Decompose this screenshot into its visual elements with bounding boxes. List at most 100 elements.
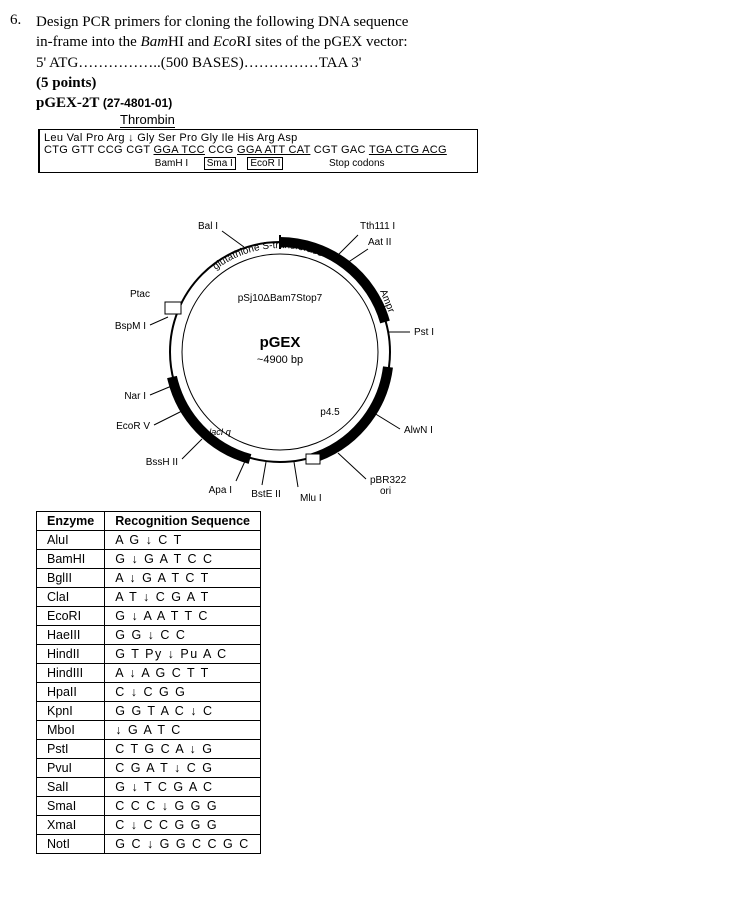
mlu-label: Mlu I bbox=[300, 493, 322, 504]
q2e: RI sites of the pGEX vector: bbox=[236, 34, 407, 50]
table-row: NotIG C ↓ G G C C G C bbox=[37, 835, 261, 854]
ecorv-label: EcoR V bbox=[116, 421, 150, 432]
enzyme-cell: KpnI bbox=[37, 702, 105, 721]
enzyme-table-wrap: Enzyme Recognition Sequence AluIA G ↓ C … bbox=[36, 511, 716, 854]
enzyme-cell: MboI bbox=[37, 721, 105, 740]
table-row: KpnIG G T A C ↓ C bbox=[37, 702, 261, 721]
site-ecori: EcoR I bbox=[247, 157, 283, 170]
inner-label: pSj10ΔBam7Stop7 bbox=[238, 293, 323, 304]
enzyme-cell: BamHI bbox=[37, 550, 105, 569]
table-row: HaeIIIG G ↓ C C bbox=[37, 626, 261, 645]
ptac-label: Ptac bbox=[130, 289, 150, 300]
enzyme-cell: NotI bbox=[37, 835, 105, 854]
recognition-cell: G G T A C ↓ C bbox=[105, 702, 261, 721]
mcs-sites: BamH I Sma I EcoR I Stop codons bbox=[44, 157, 473, 170]
tth-label: Tth111 I bbox=[360, 221, 395, 232]
table-row: XmaIC ↓ C C G G G bbox=[37, 816, 261, 835]
enzyme-cell: BglII bbox=[37, 569, 105, 588]
recognition-cell: G C ↓ G G C C G C bbox=[105, 835, 261, 854]
recognition-cell: G T Py ↓ Pu A C bbox=[105, 645, 261, 664]
site-bamhi: BamH I bbox=[155, 158, 188, 169]
pst-label: Pst I bbox=[414, 327, 434, 338]
plasmid-svg: pGEX ~4900 bp pSj10ΔBam7Stop7 p4.5 lacI … bbox=[50, 187, 510, 517]
enzyme-cell: HindII bbox=[37, 645, 105, 664]
recognition-cell: A G ↓ C T bbox=[105, 531, 261, 550]
mcs-box: Leu Val Pro Arg ↓ Gly Ser Pro Gly Ile Hi… bbox=[38, 129, 478, 173]
table-row: HindIIIA ↓ A G C T T bbox=[37, 664, 261, 683]
table-row: BamHIG ↓ G A T C C bbox=[37, 550, 261, 569]
mcs-dna: CTG GTT CCG CGT GGA TCC CCG GGA ATT CAT … bbox=[44, 144, 473, 156]
enzyme-cell: HaeIII bbox=[37, 626, 105, 645]
question-text: Design PCR primers for cloning the follo… bbox=[36, 12, 408, 93]
recognition-cell: G G ↓ C C bbox=[105, 626, 261, 645]
recognition-cell: C G A T ↓ C G bbox=[105, 759, 261, 778]
q2a: in-frame into the bbox=[36, 34, 141, 50]
recognition-cell: A ↓ G A T C T bbox=[105, 569, 261, 588]
vector-header: pGEX-2T (27-4801-01) Thrombin bbox=[36, 95, 716, 127]
enzyme-table: Enzyme Recognition Sequence AluIA G ↓ C … bbox=[36, 511, 261, 854]
question-number: 6. bbox=[10, 12, 36, 93]
alwn-label: AlwN I bbox=[404, 425, 433, 436]
table-row: HpaIIC ↓ C G G bbox=[37, 683, 261, 702]
recognition-cell: G ↓ T C G A C bbox=[105, 778, 261, 797]
th-enzyme: Enzyme bbox=[37, 512, 105, 531]
table-row: PvuIC G A T ↓ C G bbox=[37, 759, 261, 778]
aat-label: Aat II bbox=[368, 237, 391, 248]
enzyme-cell: EcoRI bbox=[37, 607, 105, 626]
p45-label: p4.5 bbox=[320, 407, 340, 418]
enzyme-cell: PvuI bbox=[37, 759, 105, 778]
enzyme-cell: PstI bbox=[37, 740, 105, 759]
nar-label: Nar I bbox=[124, 391, 146, 402]
vector-cat: (27-4801-01) bbox=[103, 96, 172, 110]
laciq-label: lacI q bbox=[209, 427, 231, 437]
enzyme-cell: HindIII bbox=[37, 664, 105, 683]
q2c: HI and bbox=[168, 34, 213, 50]
recognition-cell: C C C ↓ G G G bbox=[105, 797, 261, 816]
enzyme-cell: SalI bbox=[37, 778, 105, 797]
recognition-cell: G ↓ G A T C C bbox=[105, 550, 261, 569]
bssh-label: BssH II bbox=[146, 457, 178, 468]
dna-c: CCG bbox=[205, 144, 237, 156]
table-row: SalIG ↓ T C G A C bbox=[37, 778, 261, 797]
q-line3: 5' ATG……………..(500 BASES)……………TAA 3' bbox=[36, 55, 361, 71]
enzyme-cell: SmaI bbox=[37, 797, 105, 816]
table-row: SmaIC C C ↓ G G G bbox=[37, 797, 261, 816]
bal-label: Bal I bbox=[198, 221, 218, 232]
recognition-cell: C T G C A ↓ G bbox=[105, 740, 261, 759]
dna-e: CGT GAC bbox=[310, 144, 369, 156]
recognition-cell: C ↓ C C G G G bbox=[105, 816, 261, 835]
dna-d: GGA ATT CAT bbox=[237, 144, 310, 156]
gst-label: glutathione S-transferase bbox=[211, 240, 325, 272]
recognition-cell: C ↓ C G G bbox=[105, 683, 261, 702]
enzyme-cell: ClaI bbox=[37, 588, 105, 607]
plasmid-name: pGEX bbox=[260, 334, 301, 351]
recognition-cell: G ↓ A A T T C bbox=[105, 607, 261, 626]
table-row: EcoRIG ↓ A A T T C bbox=[37, 607, 261, 626]
table-row: AluIA G ↓ C T bbox=[37, 531, 261, 550]
recognition-cell: ↓ G A T C bbox=[105, 721, 261, 740]
dna-b: GGA TCC bbox=[154, 144, 205, 156]
enzyme-cell: XmaI bbox=[37, 816, 105, 835]
table-row: ClaIA T ↓ C G A T bbox=[37, 588, 261, 607]
recognition-cell: A T ↓ C G A T bbox=[105, 588, 261, 607]
q2d: Eco bbox=[213, 34, 236, 50]
q2b: Bam bbox=[141, 34, 169, 50]
bspm-label: BspM I bbox=[115, 321, 146, 332]
table-row: BglIIA ↓ G A T C T bbox=[37, 569, 261, 588]
dna-a: CTG GTT CCG CGT bbox=[44, 144, 154, 156]
table-row: MboI↓ G A T C bbox=[37, 721, 261, 740]
table-row: HindIIG T Py ↓ Pu A C bbox=[37, 645, 261, 664]
enzyme-cell: HpaII bbox=[37, 683, 105, 702]
thrombin-label: Thrombin bbox=[120, 112, 175, 128]
plasmid-size: ~4900 bp bbox=[257, 354, 303, 366]
table-row: PstIC T G C A ↓ G bbox=[37, 740, 261, 759]
th-recognition: Recognition Sequence bbox=[105, 512, 261, 531]
recognition-cell: A ↓ A G C T T bbox=[105, 664, 261, 683]
q-points: (5 points) bbox=[36, 75, 96, 91]
stop-codons: Stop codons bbox=[329, 158, 385, 169]
ori-label: pBR322 bbox=[370, 475, 407, 486]
enzyme-cell: AluI bbox=[37, 531, 105, 550]
apa-label: Apa I bbox=[209, 485, 232, 496]
site-smai: Sma I bbox=[204, 157, 236, 170]
dna-f: TGA CTG ACG bbox=[369, 144, 447, 156]
